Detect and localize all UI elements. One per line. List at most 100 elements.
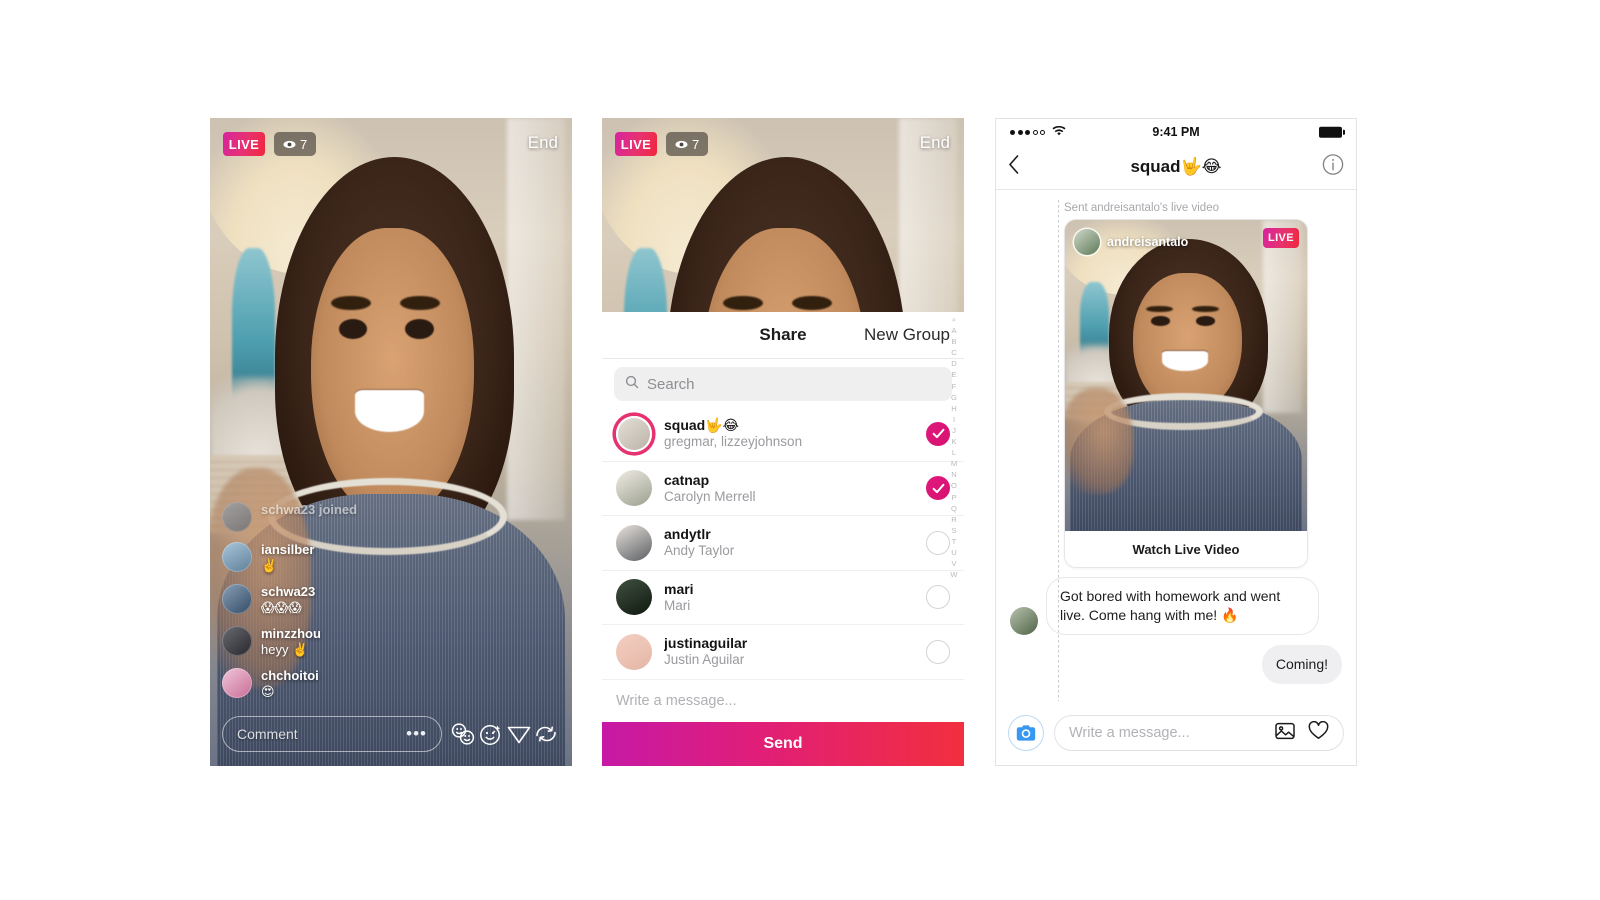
table-row[interactable]: andytlr Andy Taylor <box>602 516 964 571</box>
alphabet-index-letter[interactable]: B <box>951 336 956 347</box>
watch-live-video-button[interactable]: Watch Live Video <box>1065 531 1307 567</box>
search-input[interactable]: Search <box>614 367 952 401</box>
alphabet-index-letter[interactable]: W <box>950 569 957 580</box>
chevron-left-icon[interactable] <box>1008 155 1020 180</box>
heart-icon[interactable] <box>1308 720 1329 745</box>
avatar <box>616 415 652 452</box>
alphabet-index-letter[interactable]: D <box>951 358 956 369</box>
alphabet-index-letter[interactable]: S <box>951 525 956 536</box>
phone-dm-thread: 9:41 PM squad🤟😂 Sent andreisantalo's liv… <box>995 118 1357 766</box>
comment-text: heyy ✌️ <box>261 642 309 657</box>
alphabet-index-letter[interactable]: F <box>952 381 957 392</box>
message-bubble-own: Coming! <box>1261 645 1342 684</box>
alphabet-index-letter[interactable]: Q <box>951 503 957 514</box>
alphabet-index-letter[interactable]: H <box>951 403 956 414</box>
comment-text: 😱😱😱 <box>261 600 302 615</box>
select-checkbox[interactable] <box>926 639 950 664</box>
live-card-author: andreisantalo <box>1074 229 1188 255</box>
clock-label: 9:41 PM <box>1152 125 1200 139</box>
eye-icon <box>675 137 688 152</box>
sparkle-face-icon[interactable] <box>478 722 504 747</box>
select-checkbox[interactable] <box>926 585 950 610</box>
live-bottom-toolbar: Comment ••• <box>222 716 560 752</box>
page-title: squad🤟😂 <box>1130 157 1222 176</box>
alphabet-index-letter[interactable]: ⌕ <box>952 314 956 325</box>
list-item: iansilber ✌️ <box>222 542 462 574</box>
alphabet-index-letter[interactable]: O <box>951 480 957 491</box>
alphabet-index-letter[interactable]: G <box>951 392 957 403</box>
two-faces-icon[interactable] <box>449 722 477 746</box>
live-video-thumbnail: andreisantalo LIVE <box>1065 220 1307 531</box>
alphabet-index[interactable]: ⌕ A B C D E F G H I J K L M N O P Q R S T U V W <box>947 314 961 580</box>
message-row-outgoing: Coming! <box>1010 645 1342 684</box>
contact-subtitle: gregmar, lizzeyjohnson <box>664 434 803 450</box>
camera-icon[interactable] <box>1008 715 1044 751</box>
dm-message-input[interactable]: Write a message... <box>1054 715 1344 751</box>
comment-username: schwa23 <box>261 502 316 517</box>
alphabet-index-letter[interactable]: M <box>951 458 957 469</box>
alphabet-index-letter[interactable]: R <box>951 514 956 525</box>
more-options-button[interactable]: ••• <box>406 724 427 744</box>
share-sheet: Share New Group Search squad🤟😂 gregmar, … <box>602 312 964 766</box>
contact-subtitle: Carolyn Merrell <box>664 488 756 504</box>
dm-message-placeholder: Write a message... <box>1069 725 1190 741</box>
alphabet-index-letter[interactable]: P <box>951 492 956 503</box>
comment-username: chchoitoi <box>261 668 319 683</box>
switch-camera-icon[interactable] <box>533 722 559 746</box>
message-row-incoming: Got bored with homework and went live. C… <box>1010 577 1342 635</box>
info-icon[interactable] <box>1322 154 1344 181</box>
end-broadcast-button[interactable]: End <box>528 133 558 153</box>
alphabet-index-letter[interactable]: T <box>952 536 957 547</box>
share-message-input[interactable]: Write a message... <box>602 679 964 722</box>
search-icon <box>625 375 639 394</box>
comment-text: 😍 <box>261 684 275 699</box>
thread-dashed-line <box>1058 200 1059 702</box>
end-broadcast-button[interactable]: End <box>920 133 950 153</box>
avatar <box>616 524 652 561</box>
avatar <box>222 626 252 656</box>
page-title: Share <box>759 325 807 344</box>
live-video-card[interactable]: andreisantalo LIVE Watch Live Video <box>1064 219 1308 568</box>
contact-list: squad🤟😂 gregmar, lizzeyjohnson catnap Ca… <box>602 407 964 679</box>
send-button[interactable]: Send <box>602 722 964 766</box>
comment-username: minzzhou <box>261 626 321 641</box>
alphabet-index-letter[interactable]: U <box>951 547 956 558</box>
comment-input[interactable]: Comment ••• <box>222 716 442 752</box>
alphabet-index-letter[interactable]: A <box>951 325 956 336</box>
viewer-count-badge[interactable]: 7 <box>666 132 709 156</box>
comment-username: schwa23 <box>261 584 316 599</box>
eye-icon <box>283 137 296 152</box>
phone-share-sheet: LIVE 7 End Share New Group Search squad🤟… <box>602 118 964 766</box>
avatar <box>222 584 252 614</box>
avatar <box>222 542 252 572</box>
live-badge: LIVE <box>223 132 265 156</box>
live-card-username: andreisantalo <box>1107 235 1189 249</box>
contact-subtitle: Mari <box>664 597 691 613</box>
alphabet-index-letter[interactable]: E <box>951 369 956 380</box>
alphabet-index-letter[interactable]: L <box>952 447 956 458</box>
table-row[interactable]: mari Mari <box>602 571 964 625</box>
alphabet-index-letter[interactable]: C <box>951 347 956 358</box>
share-message-placeholder: Write a message... <box>616 693 737 709</box>
viewer-count-label: 7 <box>692 136 700 152</box>
table-row[interactable]: squad🤟😂 gregmar, lizzeyjohnson <box>602 407 964 462</box>
direct-send-icon[interactable] <box>506 722 532 746</box>
search-container: Search <box>602 359 964 407</box>
alphabet-index-letter[interactable]: K <box>951 436 956 447</box>
photo-icon[interactable] <box>1275 722 1295 745</box>
list-item: schwa23 joined <box>222 502 462 532</box>
table-row[interactable]: justinaguilar Justin Aguilar <box>602 625 964 679</box>
alphabet-index-letter[interactable]: N <box>951 469 956 480</box>
new-group-button[interactable]: New Group <box>864 325 950 345</box>
live-action-icons <box>442 722 560 747</box>
avatar <box>222 502 252 532</box>
status-bar: 9:41 PM <box>996 119 1356 145</box>
avatar <box>616 579 652 616</box>
avatar <box>222 668 252 698</box>
table-row[interactable]: catnap Carolyn Merrell <box>602 462 964 516</box>
alphabet-index-letter[interactable]: J <box>952 425 956 436</box>
alphabet-index-letter[interactable]: I <box>953 414 955 425</box>
alphabet-index-letter[interactable]: V <box>951 558 956 569</box>
viewer-count-badge[interactable]: 7 <box>274 132 317 156</box>
list-item: schwa23 😱😱😱 <box>222 584 462 616</box>
